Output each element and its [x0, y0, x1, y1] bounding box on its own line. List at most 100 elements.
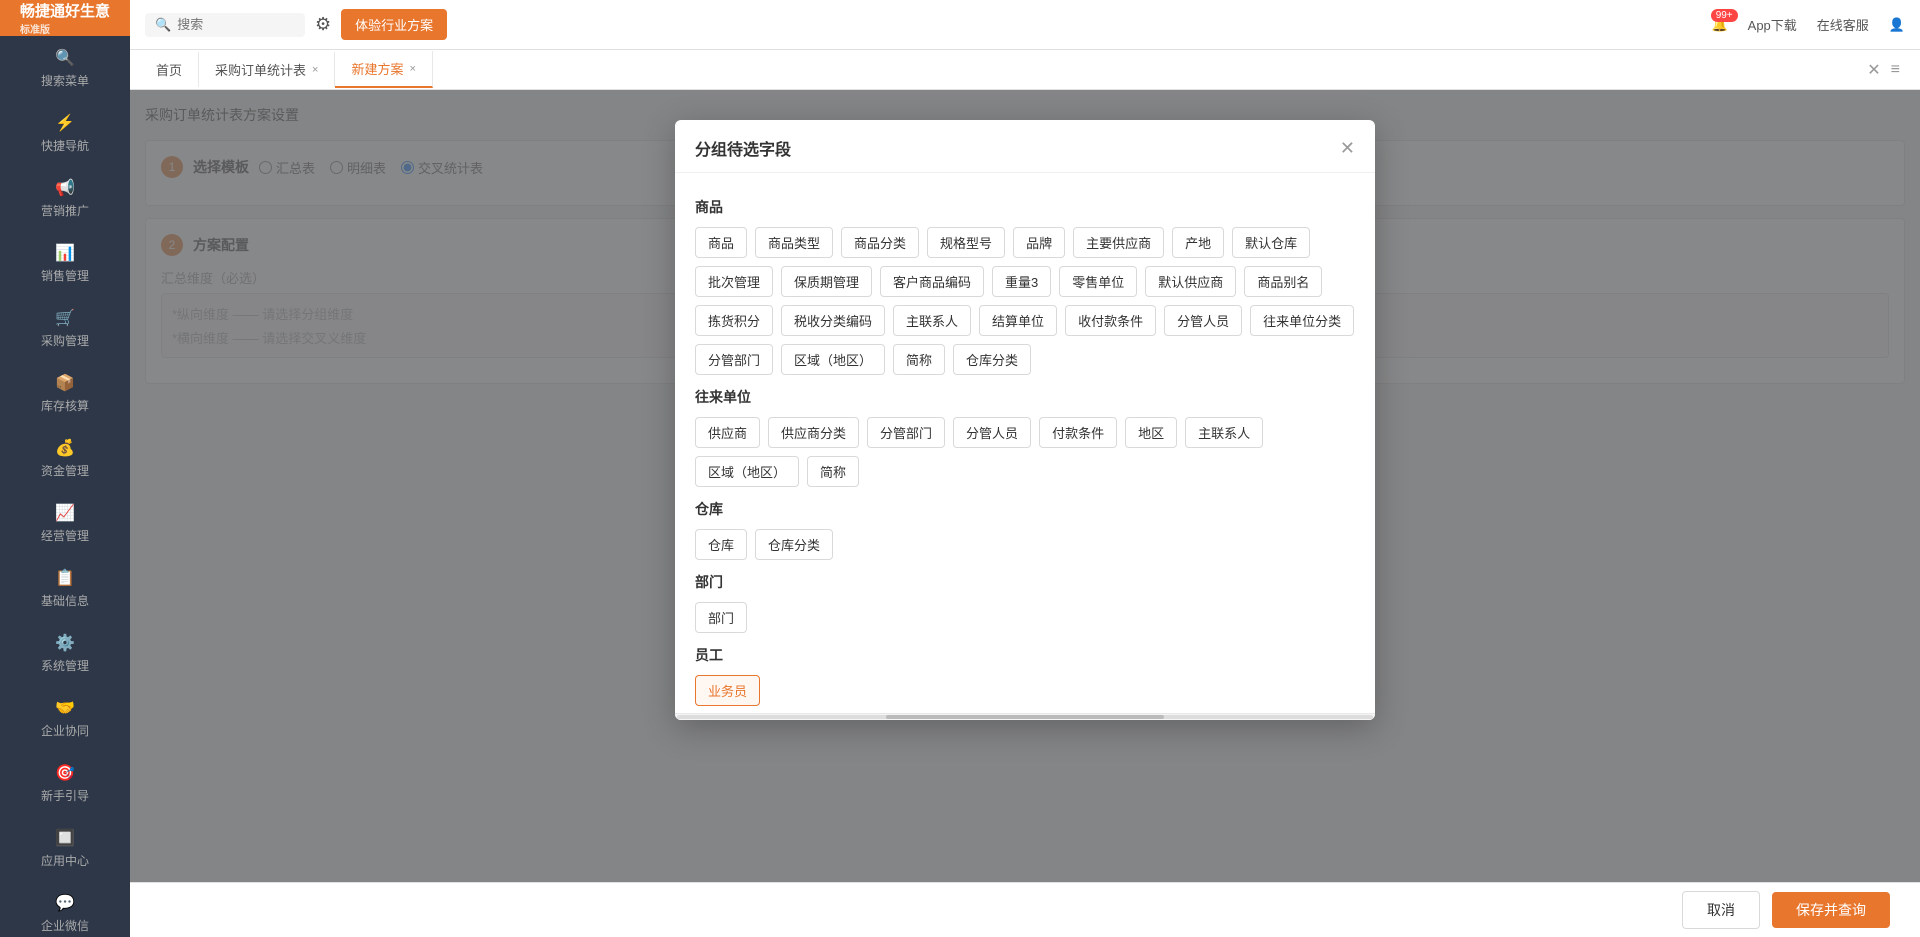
- notification-badge: 99+: [1711, 9, 1738, 22]
- cancel-button[interactable]: 取消: [1682, 891, 1760, 929]
- modal-scrollbar[interactable]: [675, 713, 1375, 720]
- section-partner-title: 往来单位: [695, 387, 1355, 407]
- sidebar-item-label: 基础信息: [41, 592, 89, 609]
- tab-home[interactable]: 首页: [140, 52, 199, 87]
- tab-close-all[interactable]: ✕: [1867, 60, 1880, 80]
- sidebar-item-marketing[interactable]: 📢 营销推广: [0, 166, 130, 231]
- topbar-left: 🔍 ⚙ 体验行业方案: [145, 9, 447, 40]
- sidebar-item-apps[interactable]: 🔲 应用中心: [0, 816, 130, 881]
- field-payment-cond[interactable]: 付款条件: [1039, 417, 1117, 448]
- sidebar-item-newbie[interactable]: 🎯 新手引导: [0, 751, 130, 816]
- lightning-icon: ⚡: [55, 113, 75, 133]
- handshake-icon: 🤝: [55, 698, 75, 718]
- sidebar-item-search[interactable]: 🔍 搜索菜单: [0, 36, 130, 101]
- modal-title: 分组待选字段: [695, 136, 791, 160]
- field-settle-unit[interactable]: 结算单位: [979, 305, 1057, 336]
- field-partner-category[interactable]: 往来单位分类: [1250, 305, 1354, 336]
- field-manager[interactable]: 分管人员: [1164, 305, 1242, 336]
- field-region[interactable]: 区域（地区）: [781, 344, 885, 375]
- section-goods-title: 商品: [695, 197, 1355, 217]
- field-brand[interactable]: 品牌: [1013, 227, 1065, 258]
- chart-icon: 📊: [55, 243, 75, 263]
- experience-btn[interactable]: 体验行业方案: [341, 9, 447, 40]
- field-batch-mgmt[interactable]: 批次管理: [695, 266, 773, 297]
- field-supplier-cat[interactable]: 供应商分类: [768, 417, 859, 448]
- tab-more[interactable]: ≡: [1891, 61, 1900, 79]
- sidebar-item-operation[interactable]: 📈 经营管理: [0, 491, 130, 556]
- scroll-thumb: [886, 715, 1164, 719]
- sidebar-item-label: 库存核算: [41, 397, 89, 414]
- field-manage-dept[interactable]: 分管部门: [695, 344, 773, 375]
- modal-close-button[interactable]: ✕: [1340, 139, 1355, 157]
- field-dept[interactable]: 部门: [695, 602, 747, 633]
- sidebar-item-system[interactable]: ⚙️ 系统管理: [0, 621, 130, 686]
- field-main-supplier[interactable]: 主要供应商: [1073, 227, 1164, 258]
- scroll-track: [677, 715, 1373, 719]
- field-main-contact[interactable]: 主联系人: [893, 305, 971, 336]
- field-main-contact2[interactable]: 主联系人: [1185, 417, 1263, 448]
- tab-new-plan-close[interactable]: ×: [409, 63, 415, 75]
- field-manage-dept2[interactable]: 分管部门: [867, 417, 945, 448]
- sidebar-item-cooperate[interactable]: 🤝 企业协同: [0, 686, 130, 751]
- field-tax-code[interactable]: 税收分类编码: [781, 305, 885, 336]
- tabbar: 首页 采购订单统计表 × 新建方案 × ✕ ≡: [130, 50, 1920, 90]
- field-retail-unit[interactable]: 零售单位: [1059, 266, 1137, 297]
- section-staff-fields: 业务员: [695, 675, 1355, 706]
- sidebar-item-inventory[interactable]: 📦 库存核算: [0, 361, 130, 426]
- field-weight[interactable]: 重量3: [992, 266, 1051, 297]
- field-area[interactable]: 地区: [1125, 417, 1177, 448]
- field-manage-person2[interactable]: 分管人员: [953, 417, 1031, 448]
- field-goods[interactable]: 商品: [695, 227, 747, 258]
- sidebar-item-label: 销售管理: [41, 267, 89, 284]
- sidebar-item-sales[interactable]: 📊 销售管理: [0, 231, 130, 296]
- search-input[interactable]: [177, 17, 297, 32]
- sidebar-item-basic[interactable]: 📋 基础信息: [0, 556, 130, 621]
- field-short-name[interactable]: 简称: [893, 344, 945, 375]
- search-icon: 🔍: [155, 17, 171, 33]
- section-dept-fields: 部门: [695, 602, 1355, 633]
- field-origin[interactable]: 产地: [1172, 227, 1224, 258]
- money-icon: 💰: [55, 438, 75, 458]
- field-goods-type[interactable]: 商品类型: [755, 227, 833, 258]
- tab-new-plan-label: 新建方案: [351, 59, 403, 78]
- field-default-supplier[interactable]: 默认供应商: [1145, 266, 1236, 297]
- field-warehouse[interactable]: 仓库: [695, 529, 747, 560]
- bottom-bar: 取消 保存并查询: [130, 882, 1920, 937]
- tab-purchase[interactable]: 采购订单统计表 ×: [199, 52, 335, 87]
- save-button[interactable]: 保存并查询: [1772, 892, 1890, 928]
- settings-icon[interactable]: ⚙: [315, 14, 331, 35]
- notification-wrap[interactable]: 🔔 99+: [1711, 17, 1727, 33]
- app-download-link[interactable]: App下载: [1748, 15, 1797, 34]
- modal-dialog: 分组待选字段 ✕ 商品 商品 商品类型 商品分类 规格型号 品牌 主要供应商 产…: [675, 120, 1375, 720]
- field-customer-code[interactable]: 客户商品编码: [880, 266, 984, 297]
- field-spec-model[interactable]: 规格型号: [927, 227, 1005, 258]
- section-staff-title: 员工: [695, 645, 1355, 665]
- field-short-name2[interactable]: 简称: [807, 456, 859, 487]
- field-supplier[interactable]: 供应商: [695, 417, 760, 448]
- field-shelf-life[interactable]: 保质期管理: [781, 266, 872, 297]
- tab-new-plan[interactable]: 新建方案 ×: [335, 51, 432, 88]
- sidebar-item-label: 资金管理: [41, 462, 89, 479]
- field-pick-points[interactable]: 拣货积分: [695, 305, 773, 336]
- topbar: 🔍 ⚙ 体验行业方案 🔔 99+ App下载 在线客服 👤: [130, 0, 1920, 50]
- search-icon: 🔍: [55, 48, 75, 68]
- user-avatar[interactable]: 👤: [1889, 17, 1905, 33]
- sidebar-item-wechat[interactable]: 💬 企业微信: [0, 881, 130, 937]
- section-dept-title: 部门: [695, 572, 1355, 592]
- wechat-icon: 💬: [55, 893, 75, 913]
- field-warehouse-cat2[interactable]: 仓库分类: [755, 529, 833, 560]
- field-salesperson[interactable]: 业务员: [695, 675, 760, 706]
- cart-icon: 🛒: [55, 308, 75, 328]
- sidebar-item-finance[interactable]: 💰 资金管理: [0, 426, 130, 491]
- sidebar-item-quick[interactable]: ⚡ 快捷导航: [0, 101, 130, 166]
- field-warehouse-cat[interactable]: 仓库分类: [953, 344, 1031, 375]
- field-goods-alias[interactable]: 商品别名: [1244, 266, 1322, 297]
- sidebar-item-purchase[interactable]: 🛒 采购管理: [0, 296, 130, 361]
- online-service-link[interactable]: 在线客服: [1817, 15, 1869, 34]
- field-default-warehouse[interactable]: 默认仓库: [1232, 227, 1310, 258]
- field-goods-category[interactable]: 商品分类: [841, 227, 919, 258]
- field-region2[interactable]: 区域（地区）: [695, 456, 799, 487]
- sidebar-item-label: 快捷导航: [41, 137, 89, 154]
- field-payment-terms[interactable]: 收付款条件: [1065, 305, 1156, 336]
- tab-purchase-close[interactable]: ×: [312, 64, 318, 76]
